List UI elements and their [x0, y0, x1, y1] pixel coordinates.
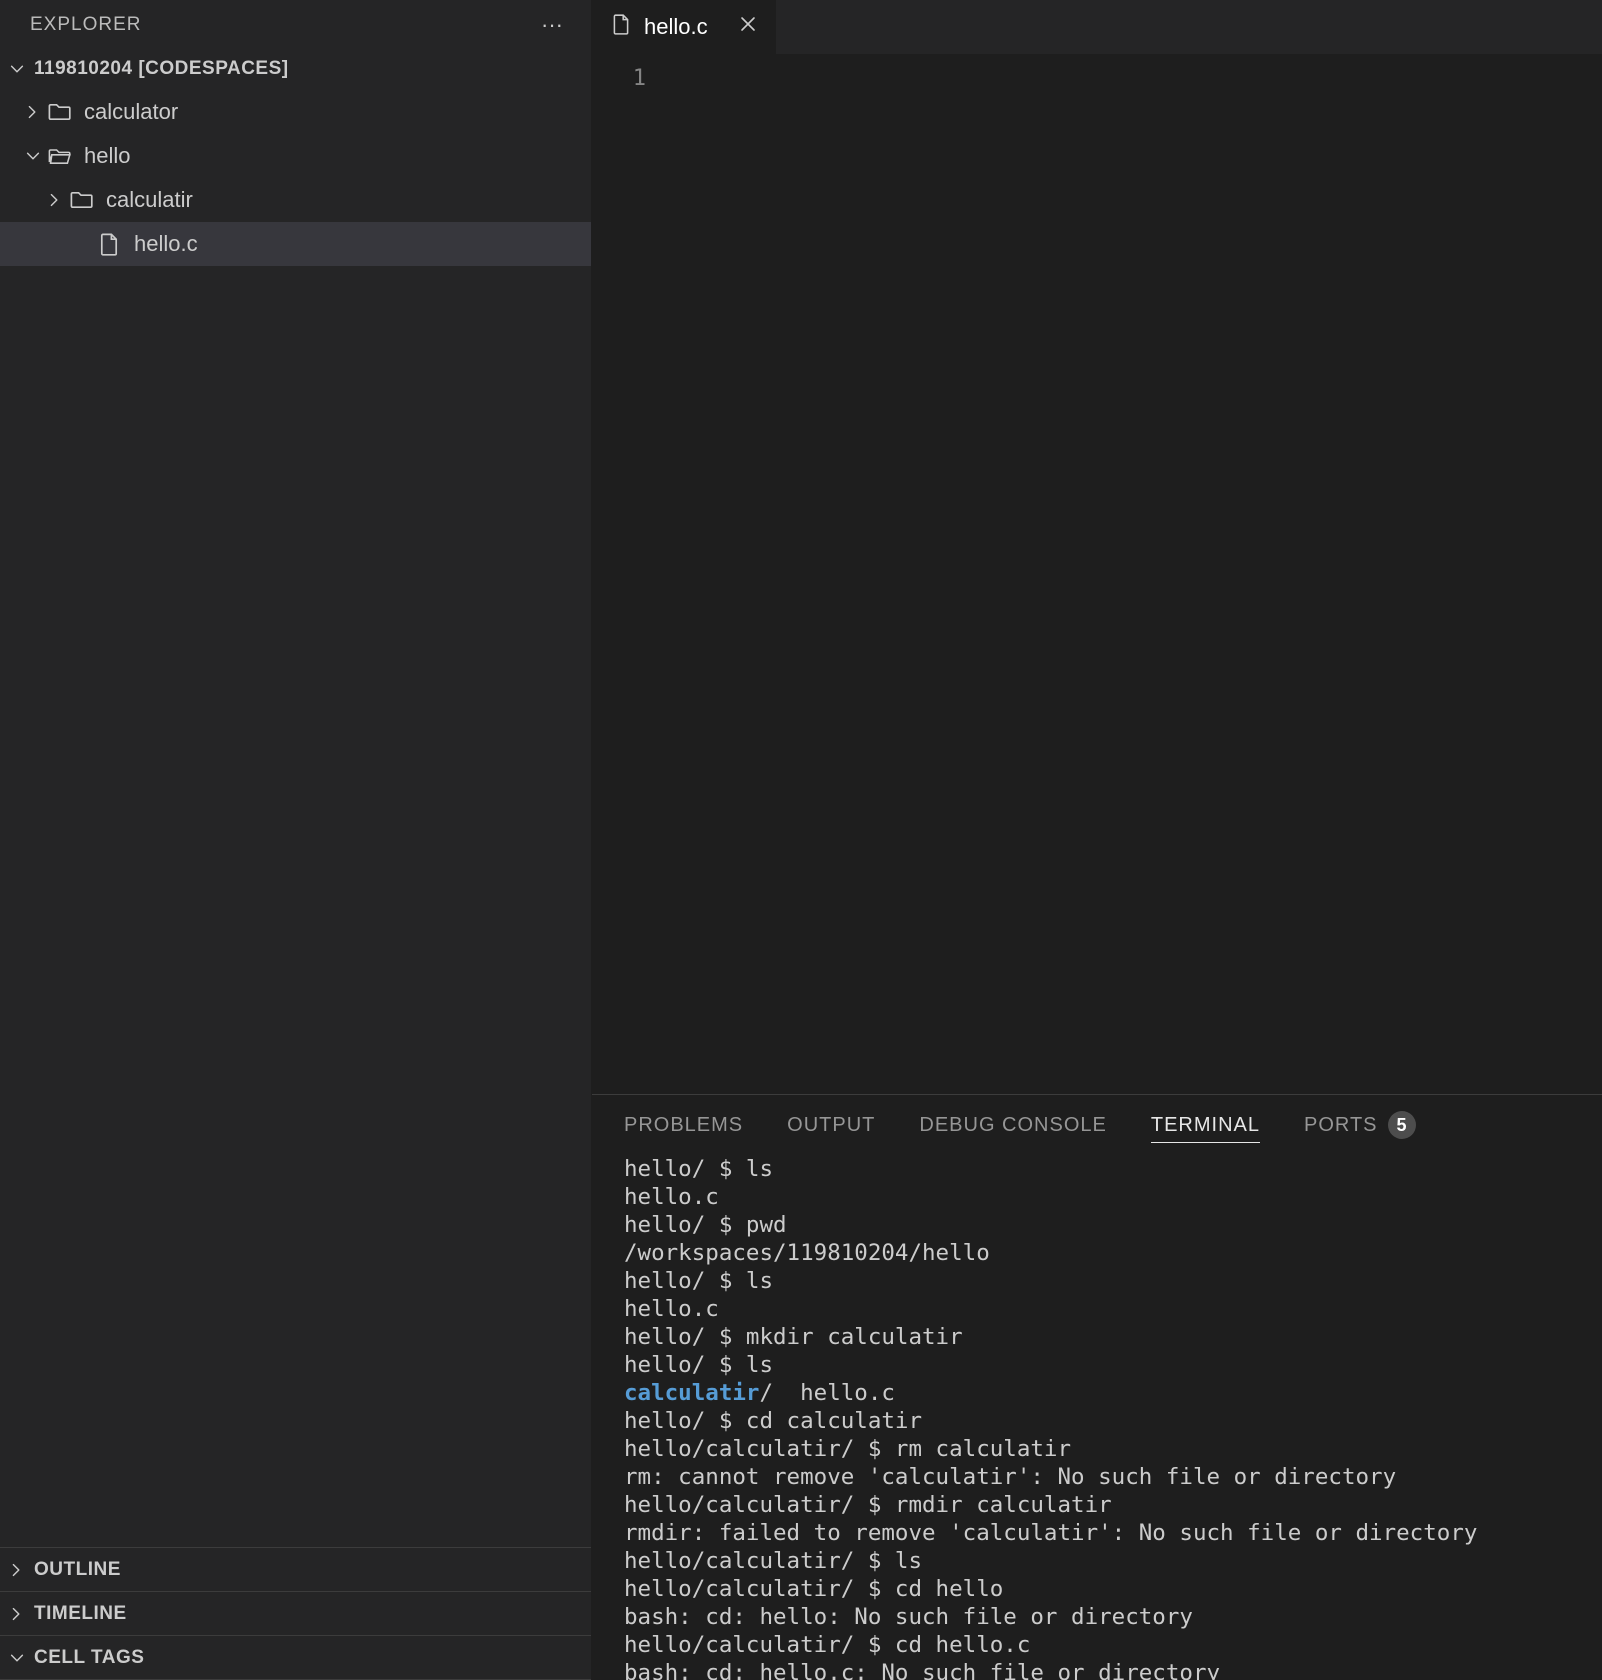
- file-icon: [94, 232, 124, 256]
- panel-tab-problems[interactable]: PROBLEMS: [624, 1108, 743, 1143]
- folder-open-icon: [44, 144, 74, 168]
- folder-item-hello[interactable]: hello: [0, 134, 591, 178]
- terminal-line: calculatir/ hello.c: [624, 1379, 1570, 1407]
- terminal-line: hello/calculatir/ $ cd hello: [624, 1575, 1570, 1603]
- terminal-text: hello.c: [624, 1296, 719, 1322]
- chevron-right-icon: [6, 1561, 28, 1579]
- terminal-text: hello/ $ cd calculatir: [624, 1408, 922, 1434]
- tab-label: hello.c: [644, 14, 708, 40]
- panel-tabbar: PROBLEMS OUTPUT DEBUG CONSOLE TERMINAL PORTS…: [592, 1095, 1602, 1155]
- editor-tab-hello-c[interactable]: hello.c: [592, 0, 777, 54]
- terminal-line: rm: cannot remove 'calculatir': No such …: [624, 1463, 1570, 1491]
- terminal-text: rmdir: failed to remove 'calculatir': No…: [624, 1520, 1477, 1546]
- terminal-text: rm: cannot remove 'calculatir': No such …: [624, 1464, 1396, 1490]
- terminal-line: hello.c: [624, 1183, 1570, 1211]
- chevron-right-icon: [44, 191, 66, 209]
- terminal-text: hello/calculatir/ $ rmdir calculatir: [624, 1492, 1112, 1518]
- folder-icon: [44, 100, 74, 124]
- tree-item-label: hello.c: [134, 231, 591, 257]
- tree-item-label: calculator: [84, 99, 591, 125]
- folder-icon: [66, 188, 96, 212]
- terminal-line: hello/ $ pwd: [624, 1211, 1570, 1239]
- panel-tab-terminal[interactable]: TERMINAL: [1151, 1108, 1260, 1143]
- line-number-gutter: 1: [592, 54, 674, 1094]
- section-title: OUTLINE: [34, 1559, 121, 1581]
- line-number: 1: [592, 66, 646, 91]
- terminal-line: rmdir: failed to remove 'calculatir': No…: [624, 1519, 1570, 1547]
- more-actions-icon[interactable]: ···: [541, 12, 573, 38]
- terminal-text: hello/calculatir/ $ ls: [624, 1548, 922, 1574]
- terminal-text: hello/ $ ls: [624, 1156, 773, 1182]
- explorer-sidebar: EXPLORER ··· 119810204 [CODESPACES] calc…: [0, 0, 592, 1680]
- chevron-down-icon: [6, 60, 28, 78]
- file-item-hello-c[interactable]: hello.c: [0, 222, 591, 266]
- terminal-text: / hello.c: [759, 1380, 894, 1406]
- bottom-panel: PROBLEMS OUTPUT DEBUG CONSOLE TERMINAL PORTS…: [592, 1094, 1602, 1680]
- ports-count-badge: 5: [1388, 1111, 1416, 1139]
- terminal-text: bash: cd: hello: No such file or directo…: [624, 1604, 1193, 1630]
- terminal-text: bash: cd: hello.c: No such file or direc…: [624, 1660, 1220, 1680]
- sidebar-section-cell-tags[interactable]: CELL TAGS: [0, 1636, 591, 1680]
- terminal-text: hello.c: [624, 1184, 719, 1210]
- terminal-line: bash: cd: hello.c: No such file or direc…: [624, 1659, 1570, 1680]
- terminal-text: /workspaces/119810204/hello: [624, 1240, 990, 1266]
- terminal-line: bash: cd: hello: No such file or directo…: [624, 1603, 1570, 1631]
- file-icon: [610, 13, 632, 41]
- terminal-line: hello.c: [624, 1295, 1570, 1323]
- sidebar-sections: OUTLINE TIMELINE CELL TAGS: [0, 1547, 591, 1680]
- chevron-right-icon: [6, 1605, 28, 1623]
- terminal-text: hello/calculatir/ $ cd hello: [624, 1576, 1003, 1602]
- terminal-line: hello/calculatir/ $ ls: [624, 1547, 1570, 1575]
- close-icon[interactable]: [738, 14, 758, 40]
- workspace-header[interactable]: 119810204 [CODESPACES]: [0, 50, 591, 88]
- terminal-line: hello/calculatir/ $ rm calculatir: [624, 1435, 1570, 1463]
- section-title: TIMELINE: [34, 1603, 127, 1625]
- terminal-text: hello/ $ ls: [624, 1352, 773, 1378]
- sidebar-section-timeline[interactable]: TIMELINE: [0, 1592, 591, 1636]
- folder-item-calculatir[interactable]: calculatir: [0, 178, 591, 222]
- code-area[interactable]: [674, 54, 1602, 1094]
- file-tree: calculator hello calculatir hello.c: [0, 88, 591, 1547]
- terminal-line: hello/calculatir/ $ cd hello.c: [624, 1631, 1570, 1659]
- tree-item-label: calculatir: [106, 187, 591, 213]
- editor[interactable]: 1: [592, 54, 1602, 1094]
- tree-item-label: hello: [84, 143, 591, 169]
- terminal-line: hello/calculatir/ $ rmdir calculatir: [624, 1491, 1570, 1519]
- panel-tab-debug-console[interactable]: DEBUG CONSOLE: [919, 1108, 1106, 1143]
- explorer-title: EXPLORER: [30, 14, 141, 36]
- terminal-text: hello/ $ ls: [624, 1268, 773, 1294]
- terminal-line: hello/ $ mkdir calculatir: [624, 1323, 1570, 1351]
- workspace-name: 119810204 [CODESPACES]: [34, 58, 289, 80]
- terminal-text: calculatir: [624, 1380, 759, 1406]
- editor-tabbar: hello.c: [592, 0, 1602, 54]
- chevron-down-icon: [22, 147, 44, 165]
- folder-item-calculator[interactable]: calculator: [0, 90, 591, 134]
- terminal-text: hello/ $ mkdir calculatir: [624, 1324, 963, 1350]
- terminal-output[interactable]: hello/ $ lshello.chello/ $ pwd/workspace…: [592, 1155, 1602, 1680]
- panel-tab-ports[interactable]: PORTS: [1304, 1108, 1378, 1143]
- terminal-text: hello/ $ pwd: [624, 1212, 787, 1238]
- terminal-line: hello/ $ ls: [624, 1155, 1570, 1183]
- chevron-down-icon: [6, 1649, 28, 1667]
- sidebar-section-outline[interactable]: OUTLINE: [0, 1548, 591, 1592]
- chevron-right-icon: [22, 103, 44, 121]
- main-area: hello.c 1 PROBLEMS OUTPUT DEBUG CONSOLE TER…: [592, 0, 1602, 1680]
- terminal-line: hello/ $ ls: [624, 1267, 1570, 1295]
- section-title: CELL TAGS: [34, 1647, 144, 1669]
- terminal-text: hello/calculatir/ $ rm calculatir: [624, 1436, 1071, 1462]
- terminal-text: hello/calculatir/ $ cd hello.c: [624, 1632, 1030, 1658]
- terminal-line: /workspaces/119810204/hello: [624, 1239, 1570, 1267]
- panel-tab-output[interactable]: OUTPUT: [787, 1108, 875, 1143]
- terminal-line: hello/ $ cd calculatir: [624, 1407, 1570, 1435]
- terminal-line: hello/ $ ls: [624, 1351, 1570, 1379]
